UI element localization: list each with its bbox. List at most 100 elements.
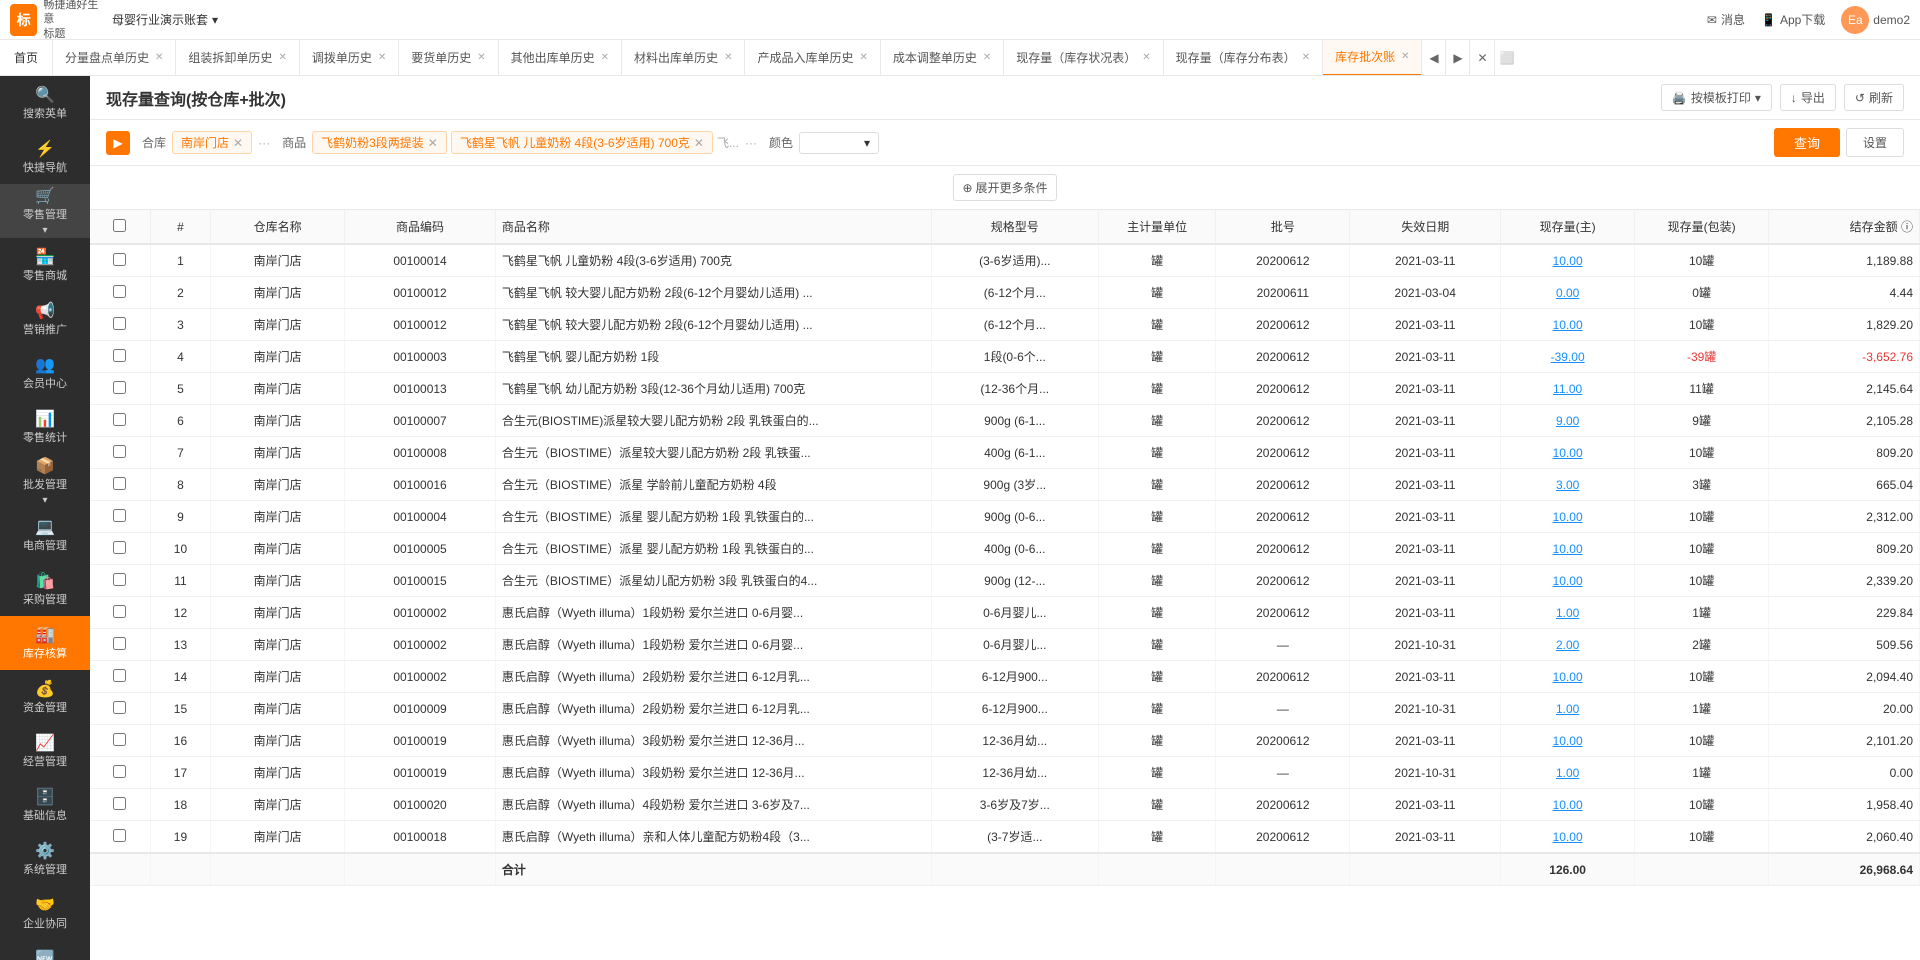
tab-fenpan[interactable]: 分量盘点单历史 ✕ <box>53 40 176 76</box>
nav-left-arrow[interactable]: ◀ <box>1422 40 1446 76</box>
color-dropdown[interactable]: ▾ <box>799 132 879 154</box>
filter-expand-btn[interactable]: ▶ <box>106 131 130 155</box>
cell-qty-main[interactable]: 11.00 <box>1501 373 1635 405</box>
sidebar-item-stats[interactable]: 📊 零售统计 <box>0 400 90 454</box>
row-checkbox[interactable] <box>113 381 126 394</box>
cell-check[interactable] <box>90 661 150 693</box>
row-checkbox[interactable] <box>113 701 126 714</box>
cell-check[interactable] <box>90 341 150 373</box>
cell-check[interactable] <box>90 725 150 757</box>
cell-qty-main[interactable]: 0.00 <box>1501 277 1635 309</box>
goods-tag-close-0[interactable]: ✕ <box>428 136 438 150</box>
row-checkbox[interactable] <box>113 797 126 810</box>
row-checkbox[interactable] <box>113 285 126 298</box>
cell-qty-main[interactable]: 3.00 <box>1501 469 1635 501</box>
sidebar-item-member[interactable]: 👥 会员中心 <box>0 346 90 400</box>
cell-check[interactable] <box>90 533 150 565</box>
close-icon[interactable]: ✕ <box>724 52 732 63</box>
cell-qty-main[interactable]: 10.00 <box>1501 501 1635 533</box>
cell-qty-main[interactable]: 1.00 <box>1501 693 1635 725</box>
cell-qty-main[interactable]: 9.00 <box>1501 405 1635 437</box>
tab-inventory-batch[interactable]: 库存批次账 ✕ <box>1323 40 1422 76</box>
cell-check[interactable] <box>90 405 150 437</box>
goods-tag-1[interactable]: 飞鹤星飞帆 儿童奶粉 4段(3-6岁适用) 700克 ✕ <box>451 131 713 154</box>
row-checkbox[interactable] <box>113 477 126 490</box>
row-checkbox[interactable] <box>113 829 126 842</box>
close-icon[interactable]: ✕ <box>1142 52 1150 63</box>
sidebar-item-ecom[interactable]: 💻 电商管理 <box>0 508 90 562</box>
sidebar-item-corp[interactable]: 🤝 企业协同 <box>0 886 90 940</box>
row-checkbox[interactable] <box>113 349 126 362</box>
cell-check[interactable] <box>90 693 150 725</box>
cell-qty-main[interactable]: 10.00 <box>1501 437 1635 469</box>
row-checkbox[interactable] <box>113 253 126 266</box>
cell-check[interactable] <box>90 629 150 661</box>
tab-home[interactable]: 首页 <box>0 40 53 76</box>
export-button[interactable]: ↓ 导出 <box>1780 84 1836 111</box>
goods-more[interactable]: 飞... <box>717 134 739 151</box>
row-checkbox[interactable] <box>113 317 126 330</box>
cell-qty-main[interactable]: 1.00 <box>1501 597 1635 629</box>
warehouse-tag[interactable]: 南岸门店 ✕ <box>172 131 252 154</box>
goods-tag-0[interactable]: 飞鹤奶粉3段两提装 ✕ <box>312 131 447 154</box>
cell-qty-main[interactable]: 10.00 <box>1501 533 1635 565</box>
cell-check[interactable] <box>90 789 150 821</box>
row-checkbox[interactable] <box>113 541 126 554</box>
tab-inventory-status[interactable]: 现存量（库存状况表）✕ <box>1004 40 1163 76</box>
sidebar-item-marketing[interactable]: 📢 营销推广 <box>0 292 90 346</box>
row-checkbox[interactable] <box>113 573 126 586</box>
cell-check[interactable] <box>90 373 150 405</box>
row-checkbox[interactable] <box>113 509 126 522</box>
app-download-btn[interactable]: 📱 App下载 <box>1761 11 1825 28</box>
sidebar-item-shop[interactable]: 🏪 零售商城 <box>0 238 90 292</box>
cell-check[interactable] <box>90 565 150 597</box>
close-icon[interactable]: ✕ <box>859 52 867 63</box>
sidebar-item-inventory[interactable]: 🏭 库存核算 <box>0 616 90 670</box>
select-all-checkbox[interactable] <box>113 219 126 232</box>
cell-qty-main[interactable]: 2.00 <box>1501 629 1635 661</box>
row-checkbox[interactable] <box>113 637 126 650</box>
cell-qty-main[interactable]: 10.00 <box>1501 565 1635 597</box>
cell-check[interactable] <box>90 757 150 789</box>
close-icon[interactable]: ✕ <box>601 52 609 63</box>
close-icon[interactable]: ✕ <box>155 52 163 63</box>
settings-button[interactable]: 设置 <box>1846 128 1904 157</box>
sidebar-item-purchase[interactable]: 🛍️ 采购管理 <box>0 562 90 616</box>
cell-qty-main[interactable]: 10.00 <box>1501 725 1635 757</box>
cell-qty-main[interactable]: 10.00 <box>1501 244 1635 277</box>
nav-maximize-btn[interactable]: ⬜ <box>1494 40 1518 76</box>
close-icon[interactable]: ✕ <box>1302 52 1310 63</box>
close-icon[interactable]: ✕ <box>278 52 286 63</box>
message-btn[interactable]: ✉ 消息 <box>1707 11 1745 28</box>
tab-chanpin[interactable]: 产成品入库单历史 ✕ <box>745 40 880 76</box>
row-checkbox[interactable] <box>113 765 126 778</box>
close-icon[interactable]: ✕ <box>477 52 485 63</box>
sidebar-item-batch[interactable]: 📦 批发管理 ▾ <box>0 454 90 508</box>
goods-tag-close-1[interactable]: ✕ <box>694 136 704 150</box>
tab-chengben[interactable]: 成本调整单历史 ✕ <box>881 40 1004 76</box>
refresh-button[interactable]: ↺ 刷新 <box>1844 84 1904 111</box>
sidebar-item-ops[interactable]: 📈 经营管理 <box>0 724 90 778</box>
tab-outother[interactable]: 其他出库单历史 ✕ <box>499 40 622 76</box>
tab-material[interactable]: 材料出库单历史 ✕ <box>622 40 745 76</box>
close-icon[interactable]: ✕ <box>1401 51 1409 62</box>
cell-qty-main[interactable]: 10.00 <box>1501 661 1635 693</box>
row-checkbox[interactable] <box>113 605 126 618</box>
cell-qty-main[interactable]: 1.00 <box>1501 757 1635 789</box>
sidebar-item-sys[interactable]: ⚙️ 系统管理 <box>0 832 90 886</box>
cell-check[interactable] <box>90 469 150 501</box>
cell-qty-main[interactable]: 10.00 <box>1501 821 1635 854</box>
row-checkbox[interactable] <box>113 413 126 426</box>
row-checkbox[interactable] <box>113 445 126 458</box>
sidebar-item-base[interactable]: 🗄️ 基础信息 <box>0 778 90 832</box>
company-dropdown[interactable]: 母婴行业演示账套 ▾ <box>100 11 230 28</box>
close-icon[interactable]: ✕ <box>378 52 386 63</box>
sidebar-item-finance[interactable]: 💰 资金管理 <box>0 670 90 724</box>
cell-check[interactable] <box>90 309 150 341</box>
cell-check[interactable] <box>90 244 150 277</box>
row-checkbox[interactable] <box>113 733 126 746</box>
sidebar-item-retail[interactable]: 🛒 零售管理 ▾ <box>0 184 90 238</box>
nav-right-arrow[interactable]: ▶ <box>1446 40 1470 76</box>
cell-qty-main[interactable]: 10.00 <box>1501 309 1635 341</box>
cell-check[interactable] <box>90 437 150 469</box>
